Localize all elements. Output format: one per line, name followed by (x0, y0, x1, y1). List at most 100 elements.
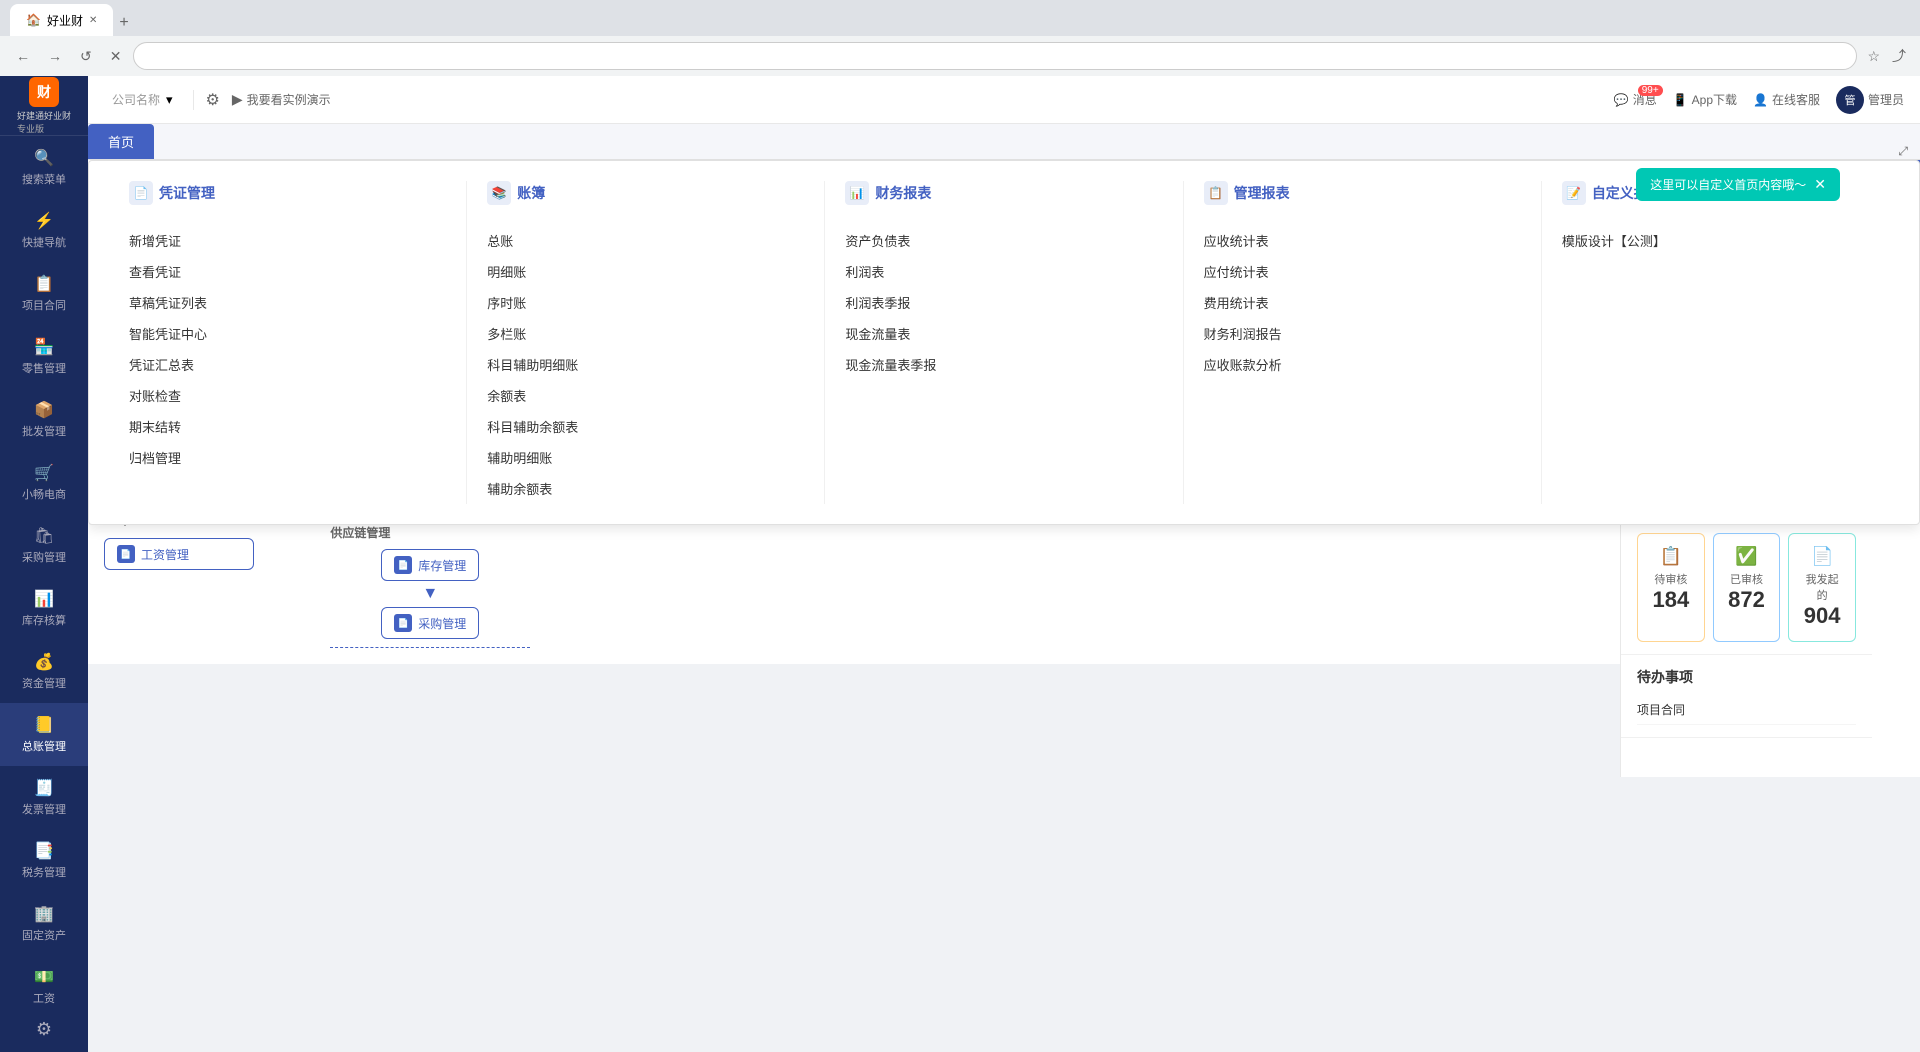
ledger-title-label: 账簿 (517, 183, 545, 203)
nav-item-income-stmt[interactable]: 利润表 (845, 256, 1162, 287)
app-download-button[interactable]: 📱 App下载 (1673, 91, 1737, 108)
tab-actions: ⤢ (1898, 144, 1920, 159)
purchase-mgmt-node[interactable]: 📄 采购管理 (381, 607, 479, 639)
sidebar-item-inventory[interactable]: 📊库存核算 (0, 577, 88, 640)
message-button[interactable]: 💬 消息 99+ (1614, 91, 1657, 108)
bookmark-button[interactable]: ☆ (1863, 42, 1884, 70)
inventory-icon: 📊 (34, 589, 54, 609)
nav-item-receivable-stats[interactable]: 应收统计表 (1204, 225, 1521, 256)
nav-item-aux-balance[interactable]: 辅助余额表 (487, 473, 804, 504)
nav-item-reconcile[interactable]: 对账检查 (129, 380, 446, 411)
nav-item-receivable-analysis[interactable]: 应收账款分析 (1204, 349, 1521, 380)
main-content: 公司名称 ▾ ⚙ ▶ 我要看实例演示 💬 消息 99+ 📱 App下载 (88, 76, 1920, 1052)
custom-section-icon: 📝 (1562, 181, 1586, 205)
extension-button[interactable]: ⤴ (1888, 42, 1910, 70)
user-menu[interactable]: 管 管理员 (1836, 86, 1904, 114)
approved-icon: ✅ (1726, 546, 1768, 567)
nav-item-payable-stats[interactable]: 应付统计表 (1204, 256, 1521, 287)
sidebar-item-purchase[interactable]: 🛍采购管理 (0, 514, 88, 577)
sidebar-item-invoice[interactable]: 🧾发票管理 (0, 766, 88, 829)
sidebar-item-search[interactable]: 🔍搜索菜单 (0, 136, 88, 199)
nav-item-archive[interactable]: 归档管理 (129, 442, 446, 473)
purchase-node-icon: 📄 (394, 614, 412, 632)
financial-title-label: 财务报表 (875, 183, 931, 203)
nav-item-profit-report[interactable]: 财务利润报告 (1204, 318, 1521, 349)
header-divider (193, 90, 194, 110)
sidebar-item-finance[interactable]: 💰资金管理 (0, 640, 88, 703)
online-service-button[interactable]: 👤 在线客服 (1753, 91, 1820, 108)
sidebar-item-payroll[interactable]: 💵工资 (0, 955, 88, 1007)
header-settings-icon[interactable]: ⚙ (206, 90, 220, 110)
nav-item-expense-stats[interactable]: 费用统计表 (1204, 287, 1521, 318)
pending-item-project[interactable]: 项目合同 (1637, 695, 1856, 725)
active-tab[interactable]: 🏠 好业财 ✕ (10, 4, 113, 36)
nav-item-new-voucher[interactable]: 新增凭证 (129, 225, 446, 256)
shortcut-icon: ⚡ (34, 211, 54, 231)
company-selector[interactable]: 公司名称 ▾ (104, 87, 181, 112)
nav-item-general-ledger[interactable]: 总账 (487, 225, 804, 256)
url-bar[interactable]: cloud.chanjet.com/cc/u6d89qwnryel/57bfsk… (133, 42, 1857, 70)
inventory-mgmt-node[interactable]: 📄 库存管理 (381, 549, 479, 581)
close-button[interactable]: ✕ (104, 44, 128, 69)
new-tab-button[interactable]: + (115, 10, 132, 36)
nav-item-subject-detail[interactable]: 科目辅助明细账 (487, 349, 804, 380)
payroll-icon: 💵 (34, 967, 54, 987)
sidebar-bottom: ⚙ (0, 1007, 88, 1052)
expand-icon[interactable]: ⤢ (1898, 144, 1908, 159)
logo-text: 好建通好业财 专业版 (17, 109, 71, 135)
nav-item-balance[interactable]: 余额表 (487, 380, 804, 411)
reload-button[interactable]: ↺ (74, 44, 98, 69)
down-arrow-2: ▼ (422, 585, 438, 603)
tab-close-btn[interactable]: ✕ (89, 15, 97, 26)
ecommerce-icon: 🛒 (34, 463, 54, 483)
sidebar-item-retail[interactable]: 🏪零售管理 (0, 325, 88, 388)
sidebar-item-wholesale[interactable]: 📦批发管理 (0, 388, 88, 451)
nav-item-detail-ledger[interactable]: 明细账 (487, 256, 804, 287)
logo-icon: 财 (29, 77, 59, 107)
nav-item-journal[interactable]: 序时账 (487, 287, 804, 318)
forward-button[interactable]: → (42, 44, 68, 68)
nav-item-view-voucher[interactable]: 查看凭证 (129, 256, 446, 287)
app-container: 财 好建通好业财 专业版 🔍搜索菜单 ⚡快捷导航 📋项目合同 🏪零售管理 📦批发… (0, 76, 1920, 1052)
sidebar-item-tax[interactable]: 📑税务管理 (0, 829, 88, 892)
sidebar-item-shortcut[interactable]: ⚡快捷导航 (0, 199, 88, 262)
tab-home[interactable]: 首页 (88, 124, 154, 159)
nav-item-subject-balance[interactable]: 科目辅助余额表 (487, 411, 804, 442)
nav-item-balance-sheet[interactable]: 资产负债表 (845, 225, 1162, 256)
nav-item-aux-detail[interactable]: 辅助明细账 (487, 442, 804, 473)
sidebar-item-assets[interactable]: 🏢固定资产 (0, 892, 88, 955)
approval-card-pending[interactable]: 📋 待审核 184 (1637, 533, 1705, 642)
voucher-section-icon: 📄 (129, 181, 153, 205)
nav-item-draft-voucher[interactable]: 草稿凭证列表 (129, 287, 446, 318)
nav-item-smart-voucher[interactable]: 智能凭证中心 (129, 318, 446, 349)
nav-item-voucher-summary[interactable]: 凭证汇总表 (129, 349, 446, 380)
sidebar: 财 好建通好业财 专业版 🔍搜索菜单 ⚡快捷导航 📋项目合同 🏪零售管理 📦批发… (0, 76, 88, 1052)
sidebar-settings-icon[interactable]: ⚙ (36, 1019, 52, 1040)
back-button[interactable]: ← (10, 44, 36, 68)
approval-card-approved[interactable]: ✅ 已审核 872 (1713, 533, 1781, 642)
approval-card-initiated[interactable]: 📄 我发起的 904 (1788, 533, 1856, 642)
nav-item-income-quarterly[interactable]: 利润表季报 (845, 287, 1162, 318)
demo-button[interactable]: ▶ 我要看实例演示 (232, 91, 331, 108)
sidebar-item-project[interactable]: 📋项目合同 (0, 262, 88, 325)
message-icon: 💬 (1614, 93, 1629, 107)
nav-item-template-design[interactable]: 模版设计【公测】 (1562, 225, 1879, 256)
invoice-icon: 🧾 (34, 778, 54, 798)
management-section-icon: 📋 (1204, 181, 1228, 205)
nav-item-cashflow-quarterly[interactable]: 现金流量表季报 (845, 349, 1162, 380)
service-icon: 👤 (1753, 93, 1768, 107)
sidebar-item-accounting[interactable]: 📒总账管理 (0, 703, 88, 766)
ledger-section-icon: 📚 (487, 181, 511, 205)
download-icon: 📱 (1673, 93, 1688, 107)
nav-section-custom: 📝 自定义报表 模版设计【公测】 (1542, 181, 1899, 504)
sidebar-menu: 🔍搜索菜单 ⚡快捷导航 📋项目合同 🏪零售管理 📦批发管理 🛒小畅电商 🛍采购管… (0, 136, 88, 1007)
nav-item-period-end[interactable]: 期末结转 (129, 411, 446, 442)
nav-item-multi-col[interactable]: 多栏账 (487, 318, 804, 349)
tab-home-label: 首页 (108, 135, 134, 150)
browser-toolbar: ← → ↺ ✕ cloud.chanjet.com/cc/u6d89qwnrye… (0, 36, 1920, 76)
payroll-node[interactable]: 📄 工资管理 (104, 538, 254, 570)
header-right: 💬 消息 99+ 📱 App下载 👤 在线客服 管 管理员 (1614, 86, 1904, 114)
sidebar-item-ecommerce[interactable]: 🛒小畅电商 (0, 451, 88, 514)
project-icon: 📋 (34, 274, 54, 294)
nav-item-cashflow[interactable]: 现金流量表 (845, 318, 1162, 349)
